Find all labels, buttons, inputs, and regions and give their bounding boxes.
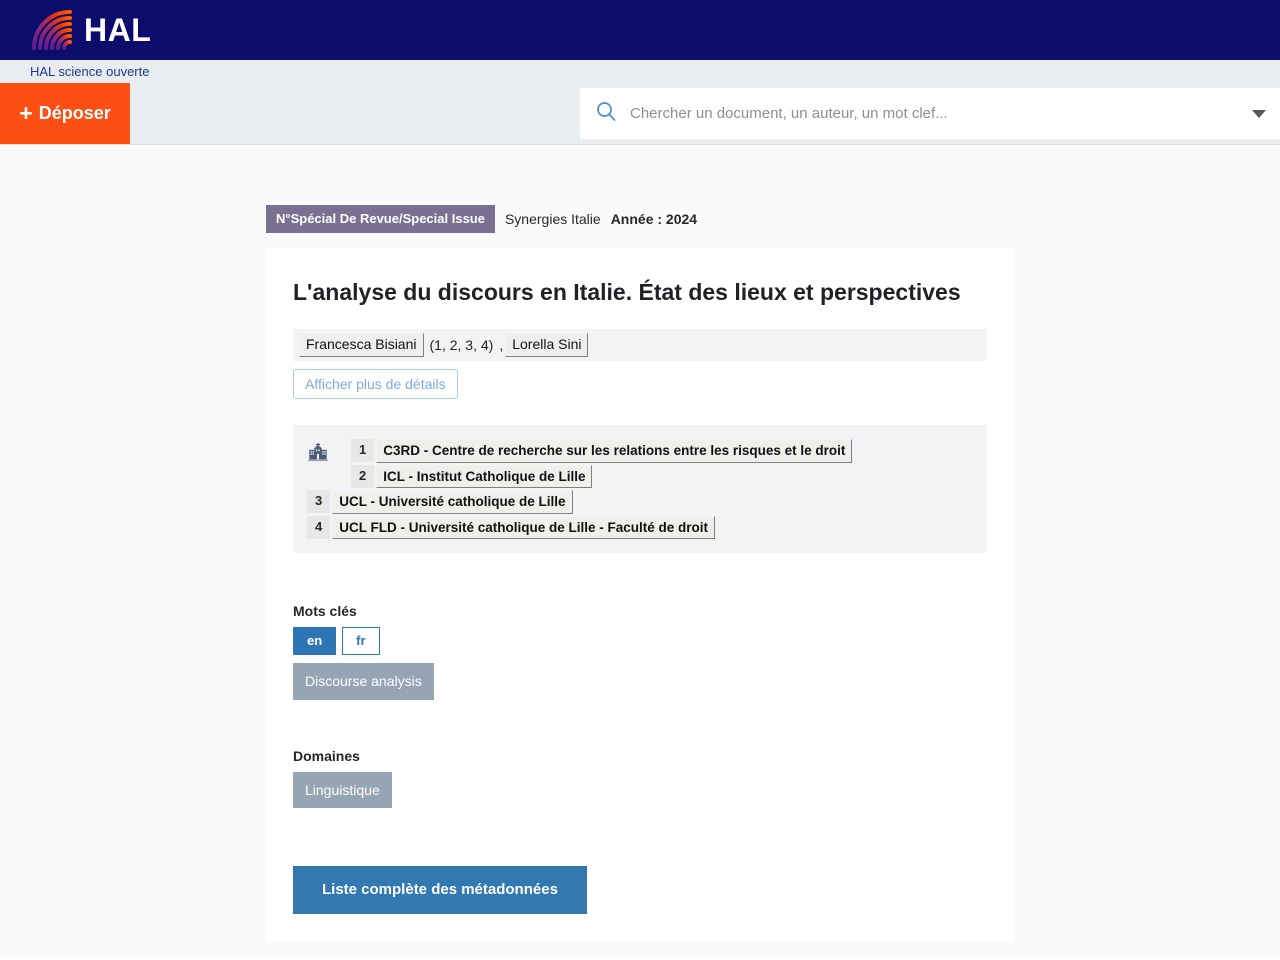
hal-home-link[interactable]: HAL [30, 8, 151, 52]
search-icon [594, 99, 628, 128]
affiliation-number: 2 [351, 464, 375, 488]
authors-list: Francesca Bisiani (1, 2, 3, 4) , Lorella… [293, 329, 987, 361]
affiliation-number: 4 [307, 515, 331, 539]
card-footer: Francesca Bisiani:Connectez-vous pour co… [266, 942, 1014, 960]
plus-icon: + [19, 100, 33, 126]
affiliation-number: 3 [307, 490, 331, 514]
document-card: L'analyse du discours en Italie. État de… [266, 247, 1014, 943]
affiliation-number: 1 [351, 439, 375, 463]
affiliation-link[interactable]: UCL FLD - Université catholique de Lille… [332, 515, 716, 540]
affiliation-link[interactable]: C3RD - Centre de recherche sur les relat… [376, 438, 853, 463]
keyword-tags: Discourse analysis [293, 662, 987, 700]
affiliation-row: 2 ICL - Institut Catholique de Lille [307, 464, 593, 489]
content-container: N°Spécial De Revue/Special Issue Synergi… [266, 205, 1014, 960]
tab-lang-fr[interactable]: fr [342, 627, 380, 655]
author-link[interactable]: Francesca Bisiani [299, 333, 424, 357]
chevron-down-icon[interactable] [1252, 109, 1266, 118]
search-bar[interactable] [580, 88, 1280, 139]
affiliation-link[interactable]: UCL - Université catholique de Lille [332, 490, 573, 514]
affiliation-row: 4 UCL FLD - Université catholique de Lil… [307, 515, 716, 540]
affiliation-row: 3 UCL - Université catholique de Lille [307, 490, 573, 514]
top-navbar: HAL [0, 0, 1280, 60]
tab-lang-en[interactable]: en [293, 627, 337, 655]
domain-chip[interactable]: Linguistique [293, 771, 392, 809]
deposit-button[interactable]: + Déposer [0, 83, 130, 144]
domains-section: Domaines Linguistique [293, 748, 987, 809]
document-type-badge: N°Spécial De Revue/Special Issue [266, 205, 495, 233]
keywords-section: Mots clés en fr Discourse analysis [293, 603, 987, 700]
affiliation-row: 1 C3RD - Centre de recherche sur les rel… [307, 438, 853, 463]
domains-heading: Domaines [293, 747, 360, 764]
affiliations-panel: 1 C3RD - Centre de recherche sur les rel… [293, 424, 987, 554]
affiliation-link[interactable]: ICL - Institut Catholique de Lille [376, 464, 593, 489]
site-name-link[interactable]: HAL science ouverte [30, 64, 149, 79]
brand-title: HAL [84, 12, 152, 48]
actions-bar: + Déposer [0, 83, 1280, 145]
affiliation-rows: 1 C3RD - Centre de recherche sur les rel… [307, 438, 977, 540]
keyword-language-tabs: en fr [293, 627, 987, 655]
hal-arcs-logo-icon [30, 8, 74, 52]
show-more-details-button[interactable]: Afficher plus de détails [293, 368, 458, 399]
journal-name: Synergies Italie [504, 210, 601, 227]
keyword-chip[interactable]: Discourse analysis [293, 662, 434, 700]
publication-year: Année : 2024 [610, 210, 698, 227]
page-title: L'analyse du discours en Italie. État de… [293, 278, 961, 305]
actions-bar-spacer [130, 83, 580, 144]
full-metadata-button[interactable]: Liste complète des métadonnées [293, 866, 587, 915]
keywords-heading: Mots clés [293, 603, 357, 620]
domain-tags: Linguistique [293, 771, 987, 809]
site-name-bar: HAL science ouverte [0, 60, 1280, 83]
page-body: N°Spécial De Revue/Special Issue Synergi… [0, 145, 1280, 959]
author-separator: , [499, 337, 504, 354]
author-affiliation-refs: (1, 2, 3, 4) [429, 337, 494, 354]
deposit-button-label: Déposer [38, 103, 111, 123]
document-meta-line: N°Spécial De Revue/Special Issue Synergi… [266, 205, 1014, 233]
author-link[interactable]: Lorella Sini [505, 333, 589, 357]
search-input[interactable] [628, 104, 1242, 123]
